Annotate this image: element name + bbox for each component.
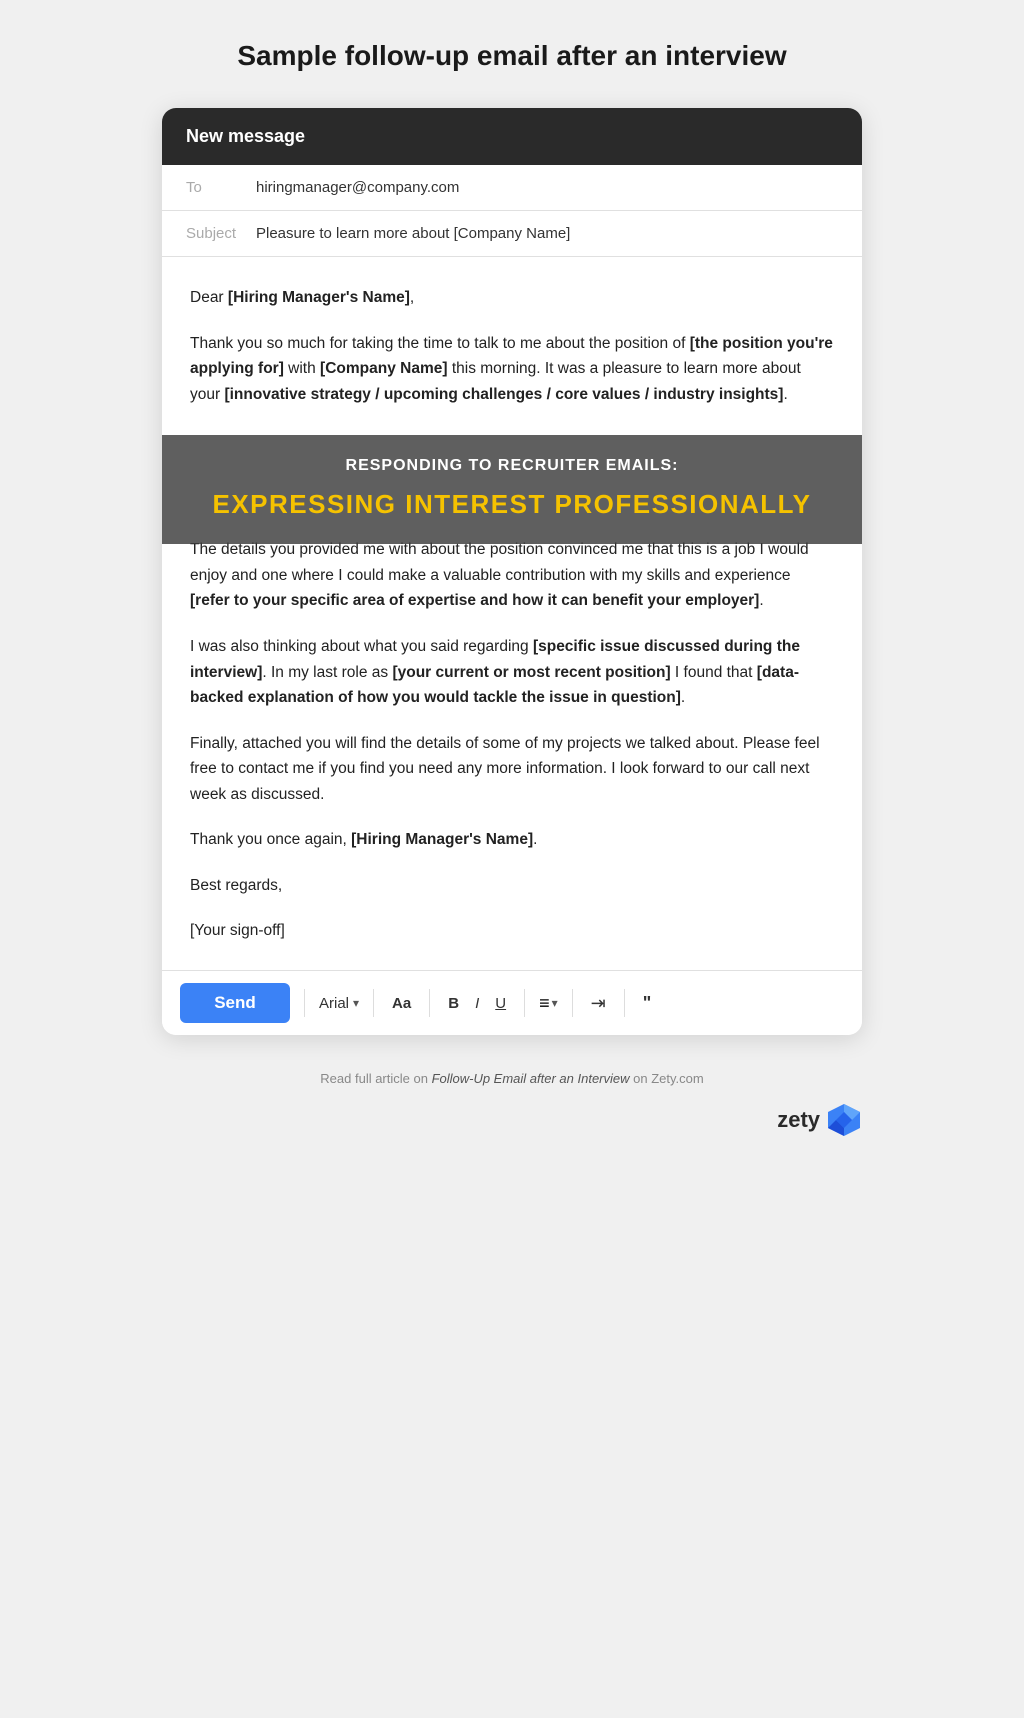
sign-off-placeholder: [Your sign-off]: [190, 918, 834, 944]
font-size-button[interactable]: Aa: [392, 995, 411, 1012]
email-toolbar: Send Arial ▾ Aa B I U ≡ ▾ ⇥ ": [162, 970, 862, 1035]
body-paragraph-3: I was also thinking about what you said …: [190, 634, 834, 711]
toolbar-separator-2: [373, 989, 374, 1017]
underline-button[interactable]: U: [495, 995, 506, 1012]
to-value: hiringmanager@company.com: [256, 179, 459, 196]
italic-button[interactable]: I: [475, 995, 479, 1012]
font-dropdown-arrow: ▾: [353, 996, 359, 1010]
email-card: New message To hiringmanager@company.com…: [162, 108, 862, 1035]
zety-logo: zety: [162, 1102, 862, 1138]
sign-off: Best regards,: [190, 873, 834, 899]
zety-icon: [826, 1102, 862, 1138]
email-subject-field: Subject Pleasure to learn more about [Co…: [162, 211, 862, 257]
overlay-subtitle: RESPONDING TO RECRUITER EMAILS:: [172, 453, 852, 479]
toolbar-separator-1: [304, 989, 305, 1017]
align-button[interactable]: ≡ ▾: [539, 993, 558, 1014]
body-paragraph-1: Thank you so much for taking the time to…: [190, 331, 834, 408]
body-paragraph-2: The details you provided me with about t…: [190, 537, 834, 614]
font-selector[interactable]: Arial ▾: [319, 995, 359, 1012]
toolbar-separator-4: [524, 989, 525, 1017]
quote-button[interactable]: ": [643, 993, 652, 1014]
page-title: Sample follow-up email after an intervie…: [237, 40, 786, 72]
bold-button[interactable]: B: [448, 995, 459, 1012]
email-header: New message: [162, 108, 862, 165]
align-dropdown-arrow: ▾: [552, 996, 558, 1010]
footer: Read full article on Follow-Up Email aft…: [320, 1071, 703, 1086]
thank-you-paragraph: Thank you once again, [Hiring Manager's …: [190, 827, 834, 853]
subject-label: Subject: [186, 225, 256, 242]
footer-article-link: Follow-Up Email after an Interview: [432, 1071, 630, 1086]
email-body: Dear [Hiring Manager's Name], Thank you …: [162, 257, 862, 970]
toolbar-separator-3: [429, 989, 430, 1017]
to-label: To: [186, 179, 256, 196]
body-paragraph-4: Finally, attached you will find the deta…: [190, 731, 834, 808]
toolbar-separator-5: [572, 989, 573, 1017]
toolbar-separator-6: [624, 989, 625, 1017]
indent-button[interactable]: ⇥: [591, 993, 606, 1014]
email-to-field: To hiringmanager@company.com: [162, 165, 862, 211]
overlay-banner: RESPONDING TO RECRUITER EMAILS: EXPRESSI…: [162, 435, 862, 544]
brand-name: zety: [777, 1107, 820, 1133]
overlay-title: EXPRESSING INTEREST PROFESSIONALLY: [172, 483, 852, 526]
send-button[interactable]: Send: [180, 983, 290, 1023]
salutation-paragraph: Dear [Hiring Manager's Name],: [190, 285, 834, 311]
subject-value: Pleasure to learn more about [Company Na…: [256, 225, 570, 242]
